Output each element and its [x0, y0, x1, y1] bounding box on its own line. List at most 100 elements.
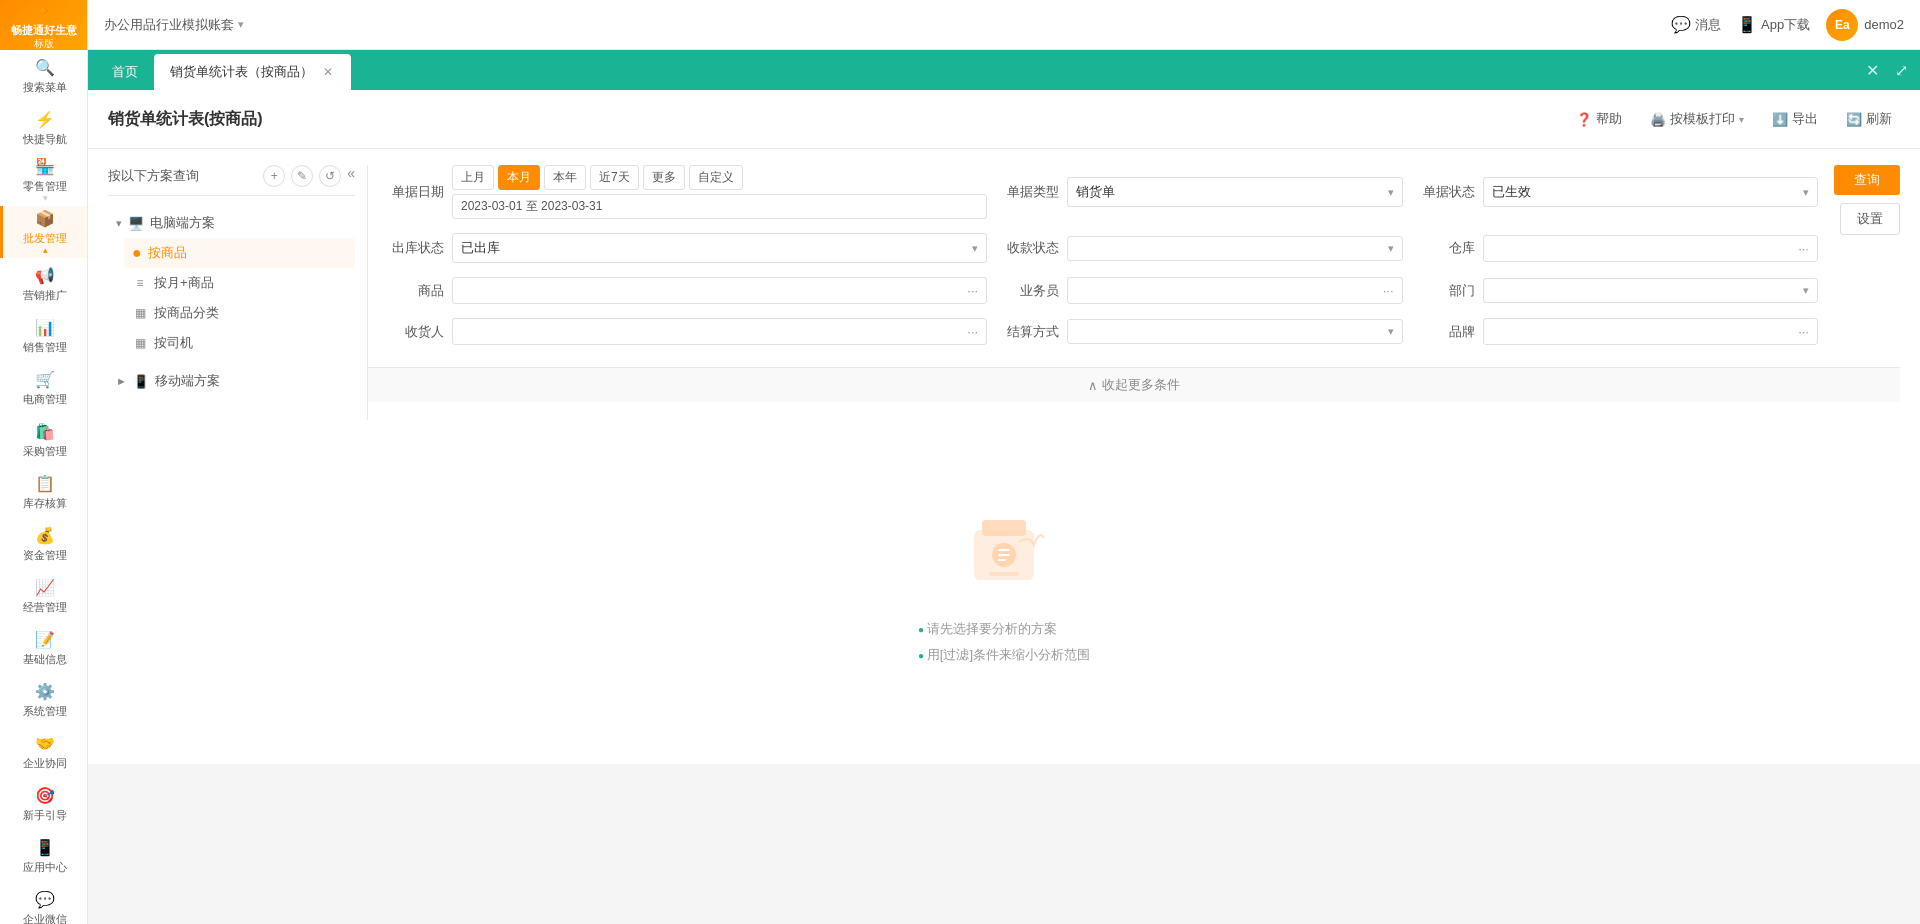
export-btn[interactable]: ⬇️ 导出 — [1764, 106, 1826, 132]
sidebar-item-inventory[interactable]: 📋 库存核算 — [0, 466, 87, 518]
sidebar-item-label: 营销推广 — [23, 288, 67, 302]
mobile-section-header[interactable]: ► 📱 移动端方案 — [108, 366, 355, 396]
desktop-section-header[interactable]: ▾ 🖥️ 电脑端方案 — [108, 208, 355, 238]
salesperson-more-icon[interactable]: ··· — [1383, 283, 1394, 298]
doc-type-control[interactable]: 销货单 ▾ — [1067, 177, 1402, 207]
tab-sales-stats[interactable]: 销货单统计表（按商品） ✕ — [154, 54, 351, 90]
breadcrumb[interactable]: 办公用品行业模拟账套 ▾ — [104, 16, 244, 34]
recipient-control[interactable]: ··· — [452, 318, 987, 345]
product-control[interactable]: ··· — [452, 277, 987, 304]
tab-home[interactable]: 首页 — [96, 54, 154, 90]
receipt-status-control[interactable]: ▾ — [1067, 236, 1402, 261]
collapse-more-icon: ∧ — [1088, 378, 1098, 393]
tree-item-by-category[interactable]: ▦ 按商品分类 — [124, 298, 355, 328]
receipt-status-field: 收款状态 ▾ — [1003, 236, 1402, 261]
payment-control[interactable]: ▾ — [1067, 319, 1402, 344]
sidebar-item-app-center[interactable]: 📱 应用中心 — [0, 830, 87, 882]
close-tab-btn[interactable]: ✕ — [1862, 57, 1883, 84]
app-logo[interactable]: 🔸 畅捷通好生意标版 — [0, 0, 87, 50]
svg-rect-1 — [982, 520, 1026, 536]
date-btn-this-month[interactable]: 本月 — [498, 165, 540, 190]
receipt-status-label: 收款状态 — [1003, 239, 1059, 257]
ecom-icon: 🛒 — [35, 370, 55, 389]
salesperson-control[interactable]: ··· — [1067, 277, 1402, 304]
sidebar-item-enterprise-collab[interactable]: 🤝 企业协同 — [0, 726, 87, 778]
inventory-icon: 📋 — [35, 474, 55, 493]
empty-tip-2: 用[过滤]条件来缩小分析范围 — [918, 642, 1090, 668]
tree-item-by-month-product[interactable]: ≡ 按月+商品 — [124, 268, 355, 298]
sidebar-item-ecom[interactable]: 🛒 电商管理 — [0, 362, 87, 414]
active-dot-icon: ● — [132, 245, 142, 261]
mobile-section: ► 📱 移动端方案 — [108, 366, 355, 396]
date-range-display[interactable]: 2023-03-01 至 2023-03-31 — [452, 194, 987, 219]
sidebar-item-label: 库存核算 — [23, 496, 67, 510]
settings-button[interactable]: 设置 — [1840, 203, 1900, 235]
purchase-icon: 🛍️ — [35, 422, 55, 441]
sidebar-item-operations[interactable]: 📈 经营管理 — [0, 570, 87, 622]
query-button[interactable]: 查询 — [1834, 165, 1900, 195]
mobile-section-label: 移动端方案 — [155, 372, 220, 390]
warehouse-control[interactable]: ··· — [1483, 235, 1818, 262]
logo-icon: 🔸 — [33, 0, 55, 22]
app-center-icon: 📱 — [35, 838, 55, 857]
refresh-scheme-btn[interactable]: ↺ — [319, 165, 341, 187]
out-status-value: 已出库 — [461, 239, 968, 257]
tab-close-icon[interactable]: ✕ — [321, 63, 335, 81]
expand-tab-btn[interactable]: ⤢ — [1891, 57, 1912, 84]
brand-control[interactable]: ··· — [1483, 318, 1818, 345]
sidebar-item-label: 系统管理 — [23, 704, 67, 718]
chevron-right-icon: ► — [116, 375, 127, 387]
filter-row-2: 出库状态 已出库 ▾ 收款状态 — [388, 233, 1818, 263]
sidebar-item-system[interactable]: ⚙️ 系统管理 — [0, 674, 87, 726]
message-btn[interactable]: 💬 消息 — [1671, 15, 1721, 34]
sidebar-item-wholesale[interactable]: 📦 批发管理 ▴ — [0, 206, 87, 258]
product-field: 商品 ··· — [388, 277, 987, 304]
product-more-icon[interactable]: ··· — [967, 283, 978, 298]
svg-rect-4 — [998, 554, 1010, 556]
date-btn-custom[interactable]: 自定义 — [689, 165, 743, 190]
sidebar-item-search[interactable]: 🔍 搜索菜单 — [0, 50, 87, 102]
sidebar-item-marketing[interactable]: 📢 营销推广 — [0, 258, 87, 310]
basic-info-icon: 📝 — [35, 630, 55, 649]
add-scheme-btn[interactable]: + — [263, 165, 285, 187]
warehouse-more-icon[interactable]: ··· — [1798, 241, 1809, 256]
date-btn-this-year[interactable]: 本年 — [544, 165, 586, 190]
sidebar-item-quick-nav[interactable]: ⚡ 快捷导航 — [0, 102, 87, 154]
collapse-icon: « — [347, 165, 355, 181]
empty-state: 请先选择要分析的方案 用[过滤]条件来缩小分析范围 — [108, 420, 1900, 748]
brand-more-icon[interactable]: ··· — [1798, 324, 1809, 339]
tree-item-by-warehouse[interactable]: ▦ 按司机 — [124, 328, 355, 358]
right-area: 单据日期 上月 本月 本年 近7天 更多 自定义 — [368, 165, 1900, 420]
edit-scheme-btn[interactable]: ✎ — [291, 165, 313, 187]
sidebar-item-retail[interactable]: 🏪 零售管理 ▾ — [0, 154, 87, 206]
sidebar-item-purchase[interactable]: 🛍️ 采购管理 — [0, 414, 87, 466]
filter-panel-title: 按以下方案查询 — [108, 167, 199, 185]
sidebar-item-basic-info[interactable]: 📝 基础信息 — [0, 622, 87, 674]
doc-status-control[interactable]: 已生效 ▾ — [1483, 177, 1818, 207]
sidebar-item-label: 销售管理 — [23, 340, 67, 354]
tree-item-by-product[interactable]: ● 按商品 — [124, 238, 355, 268]
out-status-control[interactable]: 已出库 ▾ — [452, 233, 987, 263]
date-btn-more[interactable]: 更多 — [643, 165, 685, 190]
dept-control[interactable]: ▾ — [1483, 278, 1818, 303]
sidebar-item-label: 零售管理 — [23, 179, 67, 193]
date-btn-last-month[interactable]: 上月 — [452, 165, 494, 190]
sidebar-item-sales-mgmt[interactable]: 📊 销售管理 — [0, 310, 87, 362]
sidebar-item-label: 资金管理 — [23, 548, 67, 562]
collapse-more-btn[interactable]: ∧ 收起更多条件 — [368, 367, 1900, 402]
sidebar-item-finance[interactable]: 💰 资金管理 — [0, 518, 87, 570]
date-btn-7days[interactable]: 近7天 — [590, 165, 639, 190]
app-download-btn[interactable]: 📱 App下载 — [1737, 15, 1810, 34]
help-btn[interactable]: ❓ 帮助 — [1568, 106, 1630, 132]
tree-item-label: 按商品 — [148, 244, 187, 262]
refresh-label: 刷新 — [1866, 110, 1892, 128]
refresh-btn[interactable]: 🔄 刷新 — [1838, 106, 1900, 132]
panel-collapse-btn[interactable]: « — [347, 165, 355, 187]
sidebar-item-enterprise-wechat[interactable]: 💬 企业微信 — [0, 882, 87, 924]
warehouse-label: 仓库 — [1419, 239, 1475, 257]
sidebar-item-newbie[interactable]: 🎯 新手引导 — [0, 778, 87, 830]
template-print-btn[interactable]: 🖨️ 按模板打印 ▾ — [1642, 106, 1752, 132]
recipient-more-icon[interactable]: ··· — [967, 324, 978, 339]
user-menu[interactable]: Ea demo2 — [1826, 9, 1904, 41]
home-tab-label: 首页 — [112, 63, 138, 81]
